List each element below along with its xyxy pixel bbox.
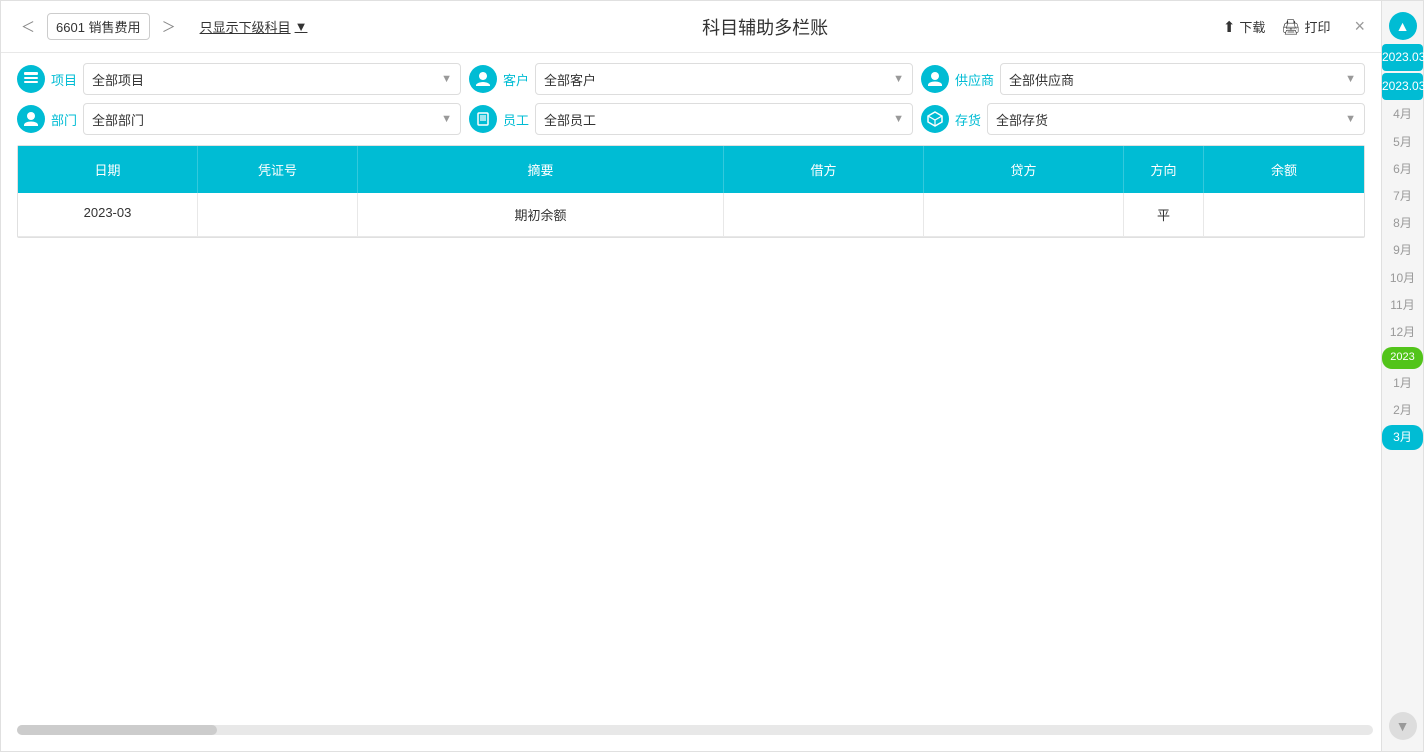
filter-project: 项目 全部项目 ▼	[17, 63, 461, 95]
filter-department: 部门 全部部门 ▼	[17, 103, 461, 135]
cell-credit	[924, 193, 1124, 236]
sidebar-item-8[interactable]: 10月	[1382, 265, 1423, 292]
project-select[interactable]: 全部项目 ▼	[83, 63, 461, 95]
chevron-down-icon: ▼	[1345, 113, 1356, 125]
filter-employee: 员工 全部员工 ▼	[469, 103, 913, 135]
account-tag: 6601 销售费用	[47, 13, 150, 40]
sidebar-down-btn[interactable]: ▼	[1389, 712, 1417, 740]
project-icon	[17, 65, 45, 93]
sidebar-item-2[interactable]: 4月	[1382, 101, 1423, 128]
col-summary: 摘要	[358, 146, 724, 193]
sidebar-item-13[interactable]: 2月	[1382, 397, 1423, 424]
cell-summary: 期初余额	[358, 193, 724, 236]
col-debit: 借方	[724, 146, 924, 193]
main-container: ▲ 2023.03 2023.03 4月 5月 6月 7月 8月 9月 10月	[0, 0, 1424, 752]
chevron-down-icon: ▼	[893, 113, 904, 125]
filter-row-1: 项目 全部项目 ▼ 客户 全部客户 ▼	[17, 63, 1365, 95]
chevron-down-icon: ▼	[893, 73, 904, 85]
sidebar-item-0[interactable]: 2023.03	[1382, 44, 1423, 71]
inventory-label: 存货	[955, 110, 981, 129]
chevron-down-icon: ▼	[441, 113, 452, 125]
chevron-down-icon: ▼	[295, 19, 308, 34]
employee-icon	[469, 105, 497, 133]
customer-select[interactable]: 全部客户 ▼	[535, 63, 913, 95]
download-btn[interactable]: ⬆ 下载	[1223, 17, 1266, 36]
supplier-icon	[921, 65, 949, 93]
supplier-label: 供应商	[955, 70, 994, 89]
sidebar-item-14[interactable]: 3月	[1382, 425, 1423, 450]
cell-balance	[1204, 193, 1364, 236]
page-title: 科目辅助多栏账	[315, 14, 1214, 40]
sidebar-item-12[interactable]: 1月	[1382, 370, 1423, 397]
print-btn[interactable]: 🖨 打印	[1281, 17, 1330, 36]
main-content: ＜ 6601 销售费用 ＞ 只显示下级科目 ▼ 科目辅助多栏账 ⬆ 下载 🖨	[1, 1, 1381, 238]
sidebar-item-1[interactable]: 2023.03	[1382, 73, 1423, 100]
table-container: 日期 凭证号 摘要 借方 贷方 方向 余额 2023-03 期初余额 平	[17, 145, 1365, 238]
next-account-btn[interactable]: ＞	[158, 15, 180, 39]
filter-supplier: 供应商 全部供应商 ▼	[921, 63, 1365, 95]
col-balance: 余额	[1204, 146, 1364, 193]
filter-inventory: 存货 全部存货 ▼	[921, 103, 1365, 135]
chevron-down-icon: ▼	[441, 73, 452, 85]
header: ＜ 6601 销售费用 ＞ 只显示下级科目 ▼ 科目辅助多栏账 ⬆ 下载 🖨	[1, 1, 1381, 53]
cell-date: 2023-03	[18, 193, 198, 236]
chevron-down-icon: ▼	[1345, 73, 1356, 85]
horizontal-scrollbar[interactable]	[17, 725, 1373, 735]
inventory-select[interactable]: 全部存货 ▼	[987, 103, 1365, 135]
filter-customer: 客户 全部客户 ▼	[469, 63, 913, 95]
customer-label: 客户	[503, 70, 529, 89]
sidebar-up-btn[interactable]: ▲	[1389, 12, 1417, 40]
sidebar-item-4[interactable]: 6月	[1382, 156, 1423, 183]
cell-direction: 平	[1124, 193, 1204, 236]
sidebar-item-5[interactable]: 7月	[1382, 183, 1423, 210]
sidebar-item-3[interactable]: 5月	[1382, 129, 1423, 156]
col-date: 日期	[18, 146, 198, 193]
action-btns: ⬆ 下载 🖨 打印 ×	[1223, 16, 1365, 37]
sidebar-item-6[interactable]: 8月	[1382, 210, 1423, 237]
cell-debit	[724, 193, 924, 236]
col-credit: 贷方	[924, 146, 1124, 193]
customer-icon	[469, 65, 497, 93]
table-header: 日期 凭证号 摘要 借方 贷方 方向 余额	[18, 146, 1364, 193]
project-label: 项目	[51, 70, 77, 89]
table-row[interactable]: 2023-03 期初余额 平	[18, 193, 1364, 237]
inventory-icon	[921, 105, 949, 133]
prev-account-btn[interactable]: ＜	[17, 15, 39, 39]
col-direction: 方向	[1124, 146, 1204, 193]
download-icon: ⬆	[1223, 18, 1236, 36]
right-sidebar: ▲ 2023.03 2023.03 4月 5月 6月 7月 8月 9月 10月	[1381, 1, 1423, 751]
department-label: 部门	[51, 110, 77, 129]
supplier-select[interactable]: 全部供应商 ▼	[1000, 63, 1365, 95]
sidebar-item-9[interactable]: 11月	[1382, 292, 1423, 319]
close-btn[interactable]: ×	[1354, 16, 1365, 37]
sidebar-item-7[interactable]: 9月	[1382, 237, 1423, 264]
sub-account-btn[interactable]: 只显示下级科目 ▼	[200, 17, 308, 36]
filter-row-2: 部门 全部部门 ▼ 员工 全部员	[17, 103, 1365, 135]
employee-label: 员工	[503, 110, 529, 129]
col-voucher: 凭证号	[198, 146, 358, 193]
sidebar-item-10[interactable]: 12月	[1382, 319, 1423, 346]
department-select[interactable]: 全部部门 ▼	[83, 103, 461, 135]
sidebar-item-year-2023[interactable]: 2023	[1382, 347, 1423, 369]
cell-voucher	[198, 193, 358, 236]
filter-area: 项目 全部项目 ▼ 客户 全部客户 ▼	[1, 53, 1381, 145]
department-icon	[17, 105, 45, 133]
employee-select[interactable]: 全部员工 ▼	[535, 103, 913, 135]
print-icon: 🖨	[1281, 18, 1300, 36]
